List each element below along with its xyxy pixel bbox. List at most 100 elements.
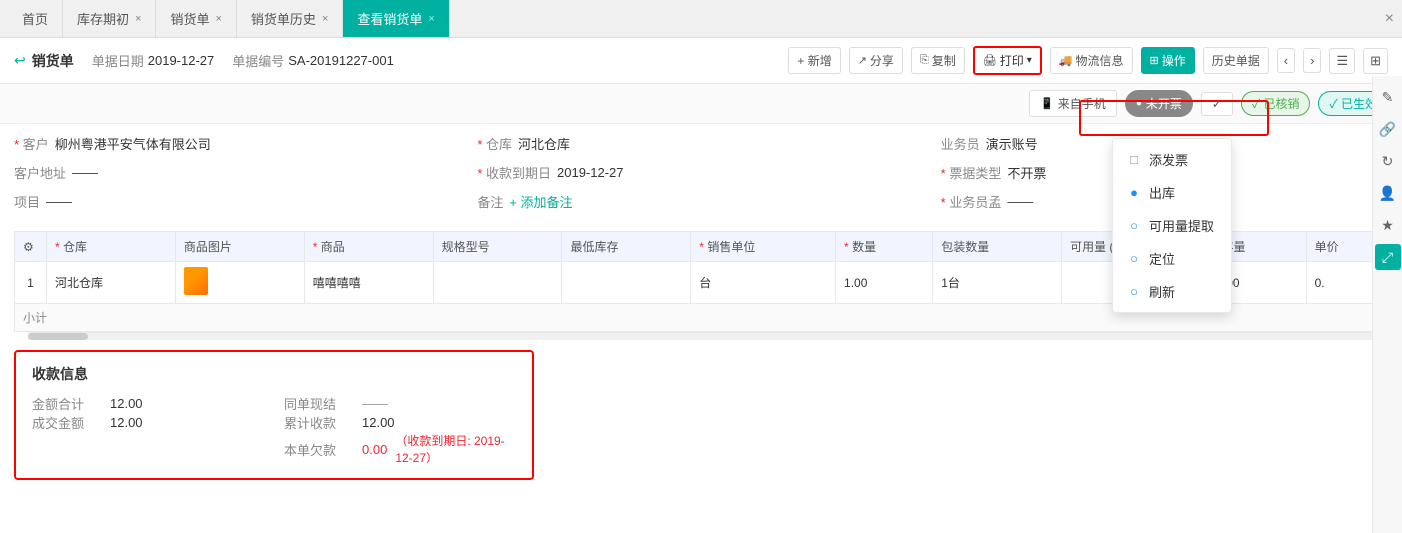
payment-deal-label: 成交金额 xyxy=(32,413,102,432)
staff-label: 业务员 xyxy=(941,134,980,153)
doc-date-label: 单据日期 xyxy=(92,51,144,70)
tab-home[interactable]: 首页 xyxy=(8,0,63,37)
doc-number-label: 单据编号 xyxy=(232,51,284,70)
logistics-button[interactable]: 🚚 物流信息 xyxy=(1050,47,1133,74)
payment-owed-suffix: （收款到期日: 2019-12-27） xyxy=(395,432,516,466)
tab-bar: 首页 库存期初 × 销货单 × 销货单历史 × 查看销货单 × × xyxy=(0,0,1402,38)
main-content: ↩ 销货单 单据日期 2019-12-27 单据编号 SA-20191227-0… xyxy=(0,38,1402,533)
operation-dropdown: □ 添发票 ● 出库 ○ 可用量提取 ○ 定位 ○ 刷新 xyxy=(1112,138,1232,313)
dropdown-outbound-label: 出库 xyxy=(1149,183,1175,202)
tab-inventory-init[interactable]: 库存期初 × xyxy=(63,0,156,37)
dropdown-add-invoice[interactable]: □ 添发票 xyxy=(1113,143,1231,176)
salesperson-value: —— xyxy=(1007,194,1033,209)
check-button[interactable]: ✓ xyxy=(1201,92,1233,116)
col-unit: 销售单位 xyxy=(691,232,836,262)
operation-button[interactable]: ⊞ 操作 xyxy=(1141,47,1195,74)
edit-icon-btn[interactable]: ✎ xyxy=(1375,84,1401,110)
dropdown-locate[interactable]: ○ 定位 xyxy=(1113,242,1231,275)
row-package-qty: 1台 xyxy=(933,262,1062,304)
close-tab-sales-history[interactable]: × xyxy=(322,13,328,25)
tab-sales-order[interactable]: 销货单 × xyxy=(156,0,236,37)
tab-view-sales-order[interactable]: 查看销货单 × xyxy=(343,0,449,37)
row-unit: 台 xyxy=(691,262,836,304)
star-icon-btn[interactable]: ★ xyxy=(1375,212,1401,238)
payment-cumulative-value: 12.00 xyxy=(362,415,395,430)
payment-total-value: 12.00 xyxy=(110,396,143,411)
col-package-qty: 包装数量 xyxy=(933,232,1062,262)
col-min-stock: 最低库存 xyxy=(562,232,691,262)
from-mobile-button[interactable]: 📱 来自手机 xyxy=(1029,90,1117,117)
dropdown-add-invoice-label: 添发票 xyxy=(1149,150,1188,169)
outbound-icon: ● xyxy=(1127,186,1141,200)
view-grid-button[interactable]: ⊞ xyxy=(1363,48,1388,74)
view-list-button[interactable]: ☰ xyxy=(1329,48,1355,74)
col-product: 商品 xyxy=(304,232,433,262)
ticket-type-value: 不开票 xyxy=(1007,163,1046,182)
refresh-icon: ○ xyxy=(1127,285,1141,299)
expand-icon-btn[interactable]: ⤢ xyxy=(1375,244,1401,270)
status-row: 📱 来自手机 ● 未开票 ✓ ✓ 已核销 ✓ 已生效 xyxy=(0,84,1402,124)
warehouse-field: 仓库 河北仓库 xyxy=(477,134,924,153)
print-button[interactable]: 🖨 打印 ▾ xyxy=(973,46,1042,75)
toolbar: + 新增 ↗ 分享 ⎘ 复制 🖨 打印 ▾ 🚚 物流信息 xyxy=(788,46,1388,75)
nav-next-button[interactable]: › xyxy=(1303,48,1321,73)
doc-number-value: SA-20191227-001 xyxy=(288,53,394,68)
dropdown-refresh[interactable]: ○ 刷新 xyxy=(1113,275,1231,308)
copy-button[interactable]: ⎘ 复制 xyxy=(911,47,965,74)
close-tab-sales-order[interactable]: × xyxy=(215,13,221,25)
dropdown-outbound[interactable]: ● 出库 xyxy=(1113,176,1231,209)
payment-deal-row: 成交金额 12.00 xyxy=(32,413,264,432)
row-quantity: 1.00 xyxy=(836,262,933,304)
col-quantity: 数量 xyxy=(836,232,933,262)
doc-header: ↩ 销货单 单据日期 2019-12-27 单据编号 SA-20191227-0… xyxy=(0,38,1402,84)
payment-cumulative-row: 累计收款 12.00 xyxy=(284,413,516,432)
close-window[interactable]: × xyxy=(1385,10,1394,28)
project-label: 项目 xyxy=(14,192,40,211)
remark-field: 备注 + 添加备注 xyxy=(477,192,924,211)
payment-date-label: 收款到期日 xyxy=(477,163,551,182)
dropdown-available-qty[interactable]: ○ 可用量提取 xyxy=(1113,209,1231,242)
row-warehouse: 河北仓库 xyxy=(47,262,176,304)
scroll-thumb xyxy=(28,333,88,340)
user-circle-icon-btn[interactable]: 👤 xyxy=(1375,180,1401,206)
customer-label: 客户 xyxy=(14,134,49,153)
tab-sales-history[interactable]: 销货单历史 × xyxy=(237,0,343,37)
not-open-button[interactable]: ● 未开票 xyxy=(1125,90,1193,117)
locate-icon: ○ xyxy=(1127,252,1141,266)
doc-meta: 单据日期 2019-12-27 单据编号 SA-20191227-001 xyxy=(92,51,394,70)
share-button[interactable]: ↗ 分享 xyxy=(849,47,903,74)
payment-owed-label: 本单欠款 xyxy=(284,440,354,459)
customer-value: 柳州粤港平安气体有限公司 xyxy=(55,134,211,153)
available-qty-icon: ○ xyxy=(1127,219,1141,233)
ticket-type-label: 票据类型 xyxy=(941,163,1002,182)
scroll-indicator[interactable] xyxy=(28,332,1374,340)
doc-icon: ↩ xyxy=(14,52,26,69)
new-button[interactable]: + 新增 xyxy=(788,47,840,74)
payment-same-order-label: 同单现结 xyxy=(284,394,354,413)
yihexiao-button[interactable]: ✓ 已核销 xyxy=(1241,91,1311,116)
payment-right: 同单现结 —— 累计收款 12.00 本单欠款 0.00 （收款到期日: 201… xyxy=(284,394,516,466)
col-spec: 规格型号 xyxy=(433,232,562,262)
close-tab-view-sales-order[interactable]: × xyxy=(428,13,434,25)
row-index: 1 xyxy=(15,262,47,304)
project-value: —— xyxy=(46,194,72,209)
payment-same-order-row: 同单现结 —— xyxy=(284,394,516,413)
add-remark-button[interactable]: + 添加备注 xyxy=(509,192,572,211)
customer-field: 客户 柳州粤港平安气体有限公司 xyxy=(14,134,461,153)
nav-prev-button[interactable]: ‹ xyxy=(1277,48,1295,73)
payment-title: 收款信息 xyxy=(32,364,516,384)
warehouse-label: 仓库 xyxy=(477,134,512,153)
refresh-circle-icon-btn[interactable]: ↻ xyxy=(1375,148,1401,174)
row-image xyxy=(175,262,304,304)
dropdown-available-qty-label: 可用量提取 xyxy=(1149,216,1214,235)
link-icon-btn[interactable]: 🔗 xyxy=(1375,116,1401,142)
history-button[interactable]: 历史单据 xyxy=(1203,47,1269,74)
close-tab-inventory-init[interactable]: × xyxy=(135,13,141,25)
address-label: 客户地址 xyxy=(14,163,66,182)
address-value: —— xyxy=(72,165,98,180)
dropdown-locate-label: 定位 xyxy=(1149,249,1175,268)
product-thumbnail xyxy=(184,267,208,295)
warehouse-value: 河北仓库 xyxy=(518,134,570,153)
col-image: 商品图片 xyxy=(175,232,304,262)
payment-grid: 金额合计 12.00 成交金额 12.00 同单现结 —— 累计收款 xyxy=(32,394,516,466)
